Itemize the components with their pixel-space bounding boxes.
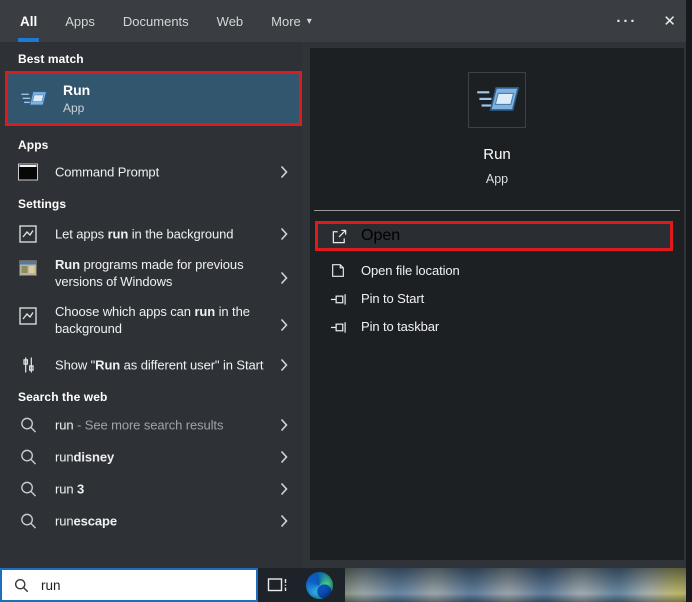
action-open-file-location[interactable]: Open file location: [315, 256, 667, 284]
desktop-wallpaper-strip: [345, 568, 686, 602]
search-input-value[interactable]: run: [41, 578, 61, 593]
result-command-prompt[interactable]: Command Prompt: [0, 157, 302, 187]
result-label: run 3: [55, 481, 84, 498]
chevron-right-icon: [280, 318, 288, 332]
edge-browser-button[interactable]: [298, 568, 340, 602]
result-label: Show "Run as different user" in Start: [55, 357, 260, 374]
taskbar: run: [0, 568, 692, 602]
tab-documents[interactable]: Documents: [123, 0, 189, 42]
best-match-result-run[interactable]: Run App: [5, 71, 302, 126]
web-result-runescape[interactable]: runescape: [0, 505, 302, 537]
more-options-icon[interactable]: ···: [616, 13, 637, 30]
run-app-icon-large: [475, 84, 519, 116]
open-icon: [318, 228, 361, 245]
best-match-subtitle: App: [63, 101, 90, 115]
run-app-icon: [18, 89, 48, 109]
command-prompt-icon: [14, 164, 42, 181]
action-label: Pin to Start: [361, 291, 424, 306]
chevron-right-icon: [280, 227, 288, 241]
result-label: Run programs made for previous versions …: [55, 256, 260, 290]
chevron-right-icon: [280, 450, 288, 464]
result-label: rundisney: [55, 449, 114, 466]
tab-apps-label: Apps: [65, 14, 95, 29]
action-label: Pin to taskbar: [361, 319, 439, 334]
divider: [314, 210, 680, 211]
action-pin-to-taskbar[interactable]: Pin to taskbar: [315, 312, 667, 340]
result-compatibility[interactable]: Run programs made for previous versions …: [0, 256, 302, 300]
search-icon: [14, 417, 42, 434]
close-icon[interactable]: ✕: [663, 12, 676, 30]
result-label: Choose which apps can run in the backgro…: [55, 303, 260, 337]
search-icon: [14, 513, 42, 530]
tab-more-label: More: [271, 14, 301, 29]
web-result-see-more[interactable]: run - See more search results: [0, 409, 302, 441]
tab-apps[interactable]: Apps: [65, 0, 95, 42]
chevron-right-icon: [280, 271, 288, 285]
pin-icon: [315, 318, 361, 335]
web-result-rundisney[interactable]: rundisney: [0, 441, 302, 473]
result-label: Let apps run in the background: [55, 226, 233, 243]
search-icon: [14, 481, 42, 498]
tab-more[interactable]: More ▾: [271, 0, 312, 42]
action-pin-to-start[interactable]: Pin to Start: [315, 284, 667, 312]
chevron-right-icon: [280, 514, 288, 528]
result-label: run - See more search results: [55, 417, 223, 434]
search-icon: [14, 578, 29, 593]
result-choose-background-apps[interactable]: Choose which apps can run in the backgro…: [0, 303, 302, 347]
result-run-as-different-user[interactable]: Show "Run as different user" in Start: [0, 350, 302, 380]
chevron-right-icon: [280, 165, 288, 179]
best-match-title: Run: [63, 82, 90, 98]
result-background-apps[interactable]: Let apps run in the background: [0, 219, 302, 249]
tab-all-label: All: [20, 14, 37, 29]
preview-panel: Run App Open Open file location Pin to S…: [310, 48, 684, 560]
background-apps-icon: [14, 225, 42, 243]
search-icon: [14, 449, 42, 466]
result-label: runescape: [55, 513, 117, 530]
preview-app-type: App: [310, 172, 684, 186]
chevron-right-icon: [280, 482, 288, 496]
best-match-header: Best match: [18, 52, 84, 66]
tab-all[interactable]: All: [20, 0, 37, 42]
chevron-right-icon: [280, 418, 288, 432]
filter-tabs: All Apps Documents Web More ▾: [0, 0, 312, 42]
search-flyout: All Apps Documents Web More ▾ ··· ✕ Best …: [0, 0, 692, 602]
preview-app-name: Run: [310, 146, 684, 163]
task-view-icon: [267, 576, 288, 594]
taskbar-search-box[interactable]: run: [0, 568, 258, 602]
pin-icon: [315, 290, 361, 307]
task-view-button[interactable]: [260, 568, 294, 602]
tab-documents-label: Documents: [123, 14, 189, 29]
chevron-right-icon: [280, 358, 288, 372]
sliders-icon: [14, 356, 42, 374]
tab-web-label: Web: [217, 14, 244, 29]
background-apps-icon: [14, 307, 42, 325]
action-label: Open file location: [361, 263, 460, 278]
action-label: Open: [361, 227, 400, 245]
edge-icon: [306, 572, 333, 599]
search-filter-bar: All Apps Documents Web More ▾ ··· ✕: [0, 0, 692, 42]
app-icon-frame: [468, 72, 526, 128]
file-location-icon: [315, 262, 361, 279]
web-section-header: Search the web: [18, 390, 107, 404]
result-label: Command Prompt: [55, 164, 159, 181]
screen-edge: [686, 0, 692, 602]
chevron-down-icon: ▾: [307, 16, 312, 27]
results-list: Best match Run App Apps: [0, 42, 302, 568]
apps-section-header: Apps: [18, 138, 48, 152]
tab-web[interactable]: Web: [217, 0, 244, 42]
web-result-run-3[interactable]: run 3: [0, 473, 302, 505]
settings-section-header: Settings: [18, 197, 66, 211]
action-open[interactable]: Open: [315, 221, 673, 251]
compatibility-icon: [14, 260, 42, 276]
